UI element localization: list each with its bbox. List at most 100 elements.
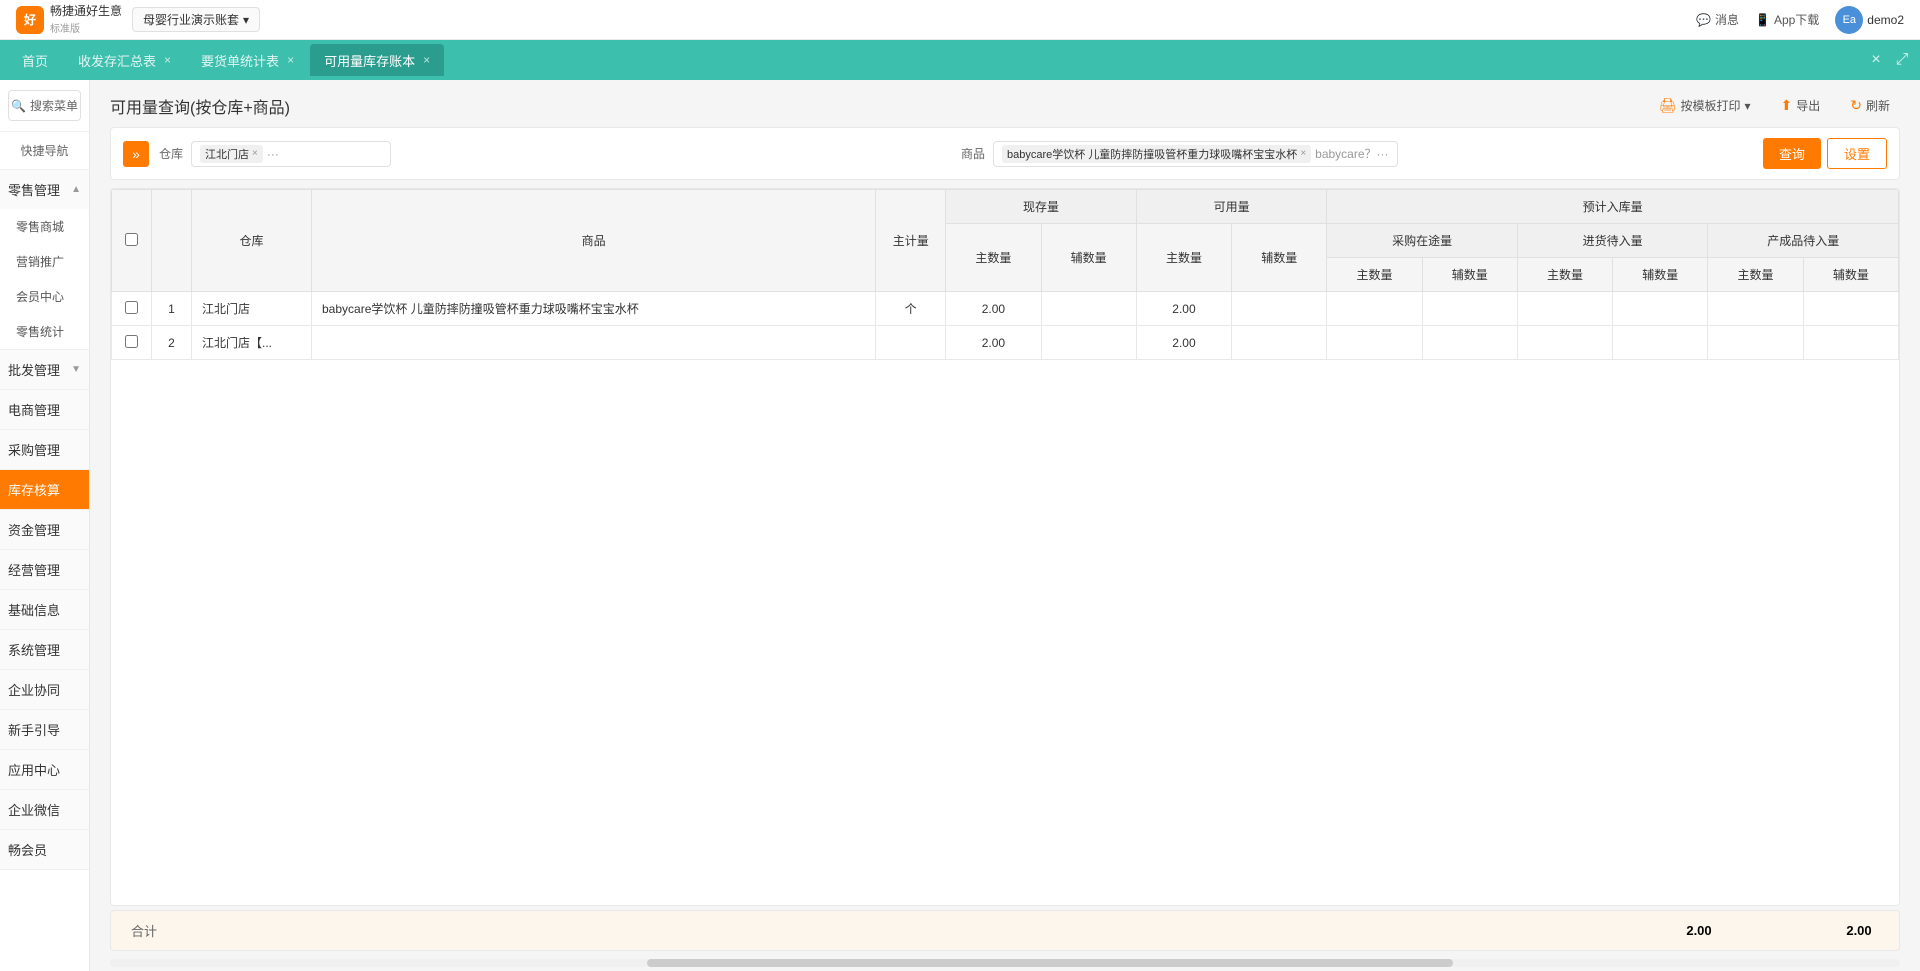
tab-available-inventory[interactable]: 可用量库存账本 × [310, 44, 444, 76]
tab-home-label: 首页 [22, 51, 48, 70]
tab-receive-summary[interactable]: 收发存汇总表 × [64, 44, 185, 76]
filter-warehouse-group: 仓库 江北门店 × ··· [159, 141, 951, 167]
select-all-checkbox[interactable] [125, 233, 138, 246]
warehouse-input[interactable]: 江北门店 × ··· [191, 141, 391, 167]
td-avail-main-1: 2.00 [1136, 292, 1231, 326]
print-btn[interactable]: 🖨 按模板打印 ▾ [1649, 92, 1761, 119]
industry-name: 母婴行业演示账套 [143, 11, 239, 28]
sidebar-group-vip: 畅会员 [0, 830, 89, 870]
sidebar-group-collab: 企业协同 [0, 670, 89, 710]
sidebar-group-system-label: 系统管理 [8, 640, 60, 659]
warehouse-more[interactable]: ··· [267, 147, 279, 161]
th-avail-main: 主数量 [1136, 224, 1231, 292]
sidebar-group-wholesale-header[interactable]: 批发管理 ▼ [0, 350, 89, 389]
th-group-expected: 预计入库量 [1327, 190, 1899, 224]
tab-order-stats-close[interactable]: × [287, 53, 294, 67]
refresh-icon: ↻ [1850, 97, 1862, 114]
product-input[interactable]: babycare学饮杯 儿童防摔防撞吸管杯重力球吸嘴杯宝宝水杯 × babyca… [993, 141, 1398, 167]
app-download-btn[interactable]: 📱 App下载 [1755, 11, 1819, 28]
td-avail-main-2: 2.00 [1136, 326, 1231, 360]
sidebar-group-basic-header[interactable]: 基础信息 [0, 590, 89, 629]
sidebar-group-basic-label: 基础信息 [8, 600, 60, 619]
sidebar-group-purchase-label: 采购管理 [8, 440, 60, 459]
table-footer: 合计 2.00 2.00 [110, 910, 1900, 951]
top-bar-left: 好 畅捷通好生意 标准版 母婴行业演示账套 ▾ [16, 4, 260, 35]
th-group-purchase: 采购在途量 [1327, 224, 1518, 258]
industry-selector[interactable]: 母婴行业演示账套 ▾ [132, 7, 260, 32]
sidebar-item-retail-mall[interactable]: 零售商城 [0, 209, 89, 244]
sidebar-group-system-header[interactable]: 系统管理 [0, 630, 89, 669]
row-checkbox-1[interactable] [125, 301, 138, 314]
message-btn[interactable]: 💬 消息 [1696, 11, 1739, 28]
sidebar-item-quick-nav[interactable]: 快捷导航 [0, 132, 89, 170]
setting-btn[interactable]: 设置 [1827, 138, 1887, 169]
product-tag-text: babycare学饮杯 儿童防摔防撞吸管杯重力球吸嘴杯宝宝水杯 [1007, 146, 1297, 162]
product-tag-close[interactable]: × [1300, 148, 1306, 159]
td-avail-aux-2 [1232, 326, 1327, 360]
horizontal-scrollbar[interactable] [110, 959, 1900, 967]
data-table: 仓库 商品 主计量 现存量 可用量 预计入库量 主数量 辅数量 主数量 辅数量 … [111, 189, 1899, 360]
sidebar-group-ecommerce: 电商管理 [0, 390, 89, 430]
sidebar-group-inventory-header[interactable]: 库存核算 [0, 470, 89, 509]
search-menu-btn[interactable]: 🔍 搜索菜单 [8, 90, 81, 121]
sidebar-group-wechat-header[interactable]: 企业微信 [0, 790, 89, 829]
top-bar: 好 畅捷通好生意 标准版 母婴行业演示账套 ▾ 💬 消息 📱 App下载 Ea … [0, 0, 1920, 40]
tab-home[interactable]: 首页 [8, 44, 62, 76]
sidebar-group-operations-label: 经营管理 [8, 560, 60, 579]
sidebar-group-purchase-header[interactable]: 采购管理 [0, 430, 89, 469]
sidebar-group-collab-header[interactable]: 企业协同 [0, 670, 89, 709]
td-production-aux-2 [1803, 326, 1898, 360]
sidebar-group-retail-header[interactable]: 零售管理 ▲ [0, 170, 89, 209]
sidebar-group-finance: 资金管理 [0, 510, 89, 550]
print-chevron-icon: ▾ [1744, 99, 1750, 113]
sidebar-group-newguide-header[interactable]: 新手引导 [0, 710, 89, 749]
maximize-window-btn[interactable]: ⤢ [1892, 51, 1912, 69]
sidebar-group-basic: 基础信息 [0, 590, 89, 630]
export-label: 导出 [1796, 97, 1820, 114]
th-production-aux: 辅数量 [1803, 258, 1898, 292]
export-icon: ⬆ [1781, 97, 1793, 114]
sidebar-group-operations-header[interactable]: 经营管理 [0, 550, 89, 589]
sidebar-item-marketing[interactable]: 营销推广 [0, 244, 89, 279]
filter-expand-btn[interactable]: » [123, 141, 149, 167]
page-header: 可用量查询(按仓库+商品) 🖨 按模板打印 ▾ ⬆ 导出 ↻ 刷新 [90, 80, 1920, 127]
refresh-btn[interactable]: ↻ 刷新 [1840, 92, 1900, 119]
sidebar-group-vip-header[interactable]: 畅会员 [0, 830, 89, 869]
refresh-label: 刷新 [1866, 97, 1890, 114]
quick-nav-label: 快捷导航 [20, 144, 68, 158]
sidebar-group-ecommerce-header[interactable]: 电商管理 [0, 390, 89, 429]
export-btn[interactable]: ⬆ 导出 [1771, 92, 1831, 119]
sidebar-item-retail-stats[interactable]: 零售统计 [0, 314, 89, 349]
query-btn[interactable]: 查询 [1763, 138, 1821, 169]
tab-receive-summary-close[interactable]: × [164, 53, 171, 67]
warehouse-label: 仓库 [159, 145, 183, 162]
scrollbar-thumb[interactable] [647, 959, 1453, 967]
expand-icon: » [132, 146, 140, 162]
sidebar-group-retail-label: 零售管理 [8, 180, 60, 199]
sidebar-group-newguide: 新手引导 [0, 710, 89, 750]
table-row: 2 江北门店【... 2.00 2.00 [112, 326, 1899, 360]
sidebar-item-member-center[interactable]: 会员中心 [0, 279, 89, 314]
row-checkbox-2[interactable] [125, 335, 138, 348]
close-window-btn[interactable]: × [1866, 51, 1886, 69]
sidebar-group-finance-header[interactable]: 资金管理 [0, 510, 89, 549]
tab-available-inventory-close[interactable]: × [423, 53, 430, 67]
warehouse-tag-close[interactable]: × [252, 148, 258, 159]
th-purchase-aux: 辅数量 [1422, 258, 1517, 292]
th-arrival-main: 主数量 [1517, 258, 1612, 292]
arrow-icon: ▲ [71, 184, 81, 195]
sidebar-group-appcenter-header[interactable]: 应用中心 [0, 750, 89, 789]
sidebar: 🔍 搜索菜单 快捷导航 零售管理 ▲ 零售商城 营销推广 会员中心 零售统计 批… [0, 80, 90, 971]
phone-icon: 📱 [1755, 13, 1770, 27]
footer-label: 合计 [111, 911, 266, 950]
app-download-label: App下载 [1774, 11, 1819, 28]
tab-order-stats[interactable]: 要货单统计表 × [187, 44, 308, 76]
user-area[interactable]: Ea demo2 [1835, 6, 1904, 34]
warehouse-tag-text: 江北门店 [205, 146, 249, 162]
td-unit-2 [876, 326, 946, 360]
logo-icon: 好 [16, 6, 44, 34]
product-more[interactable]: babycare？··· [1315, 145, 1388, 162]
td-warehouse-1: 江北门店 [192, 292, 312, 326]
tab-order-stats-label: 要货单统计表 [201, 51, 279, 70]
td-no-1: 1 [152, 292, 192, 326]
